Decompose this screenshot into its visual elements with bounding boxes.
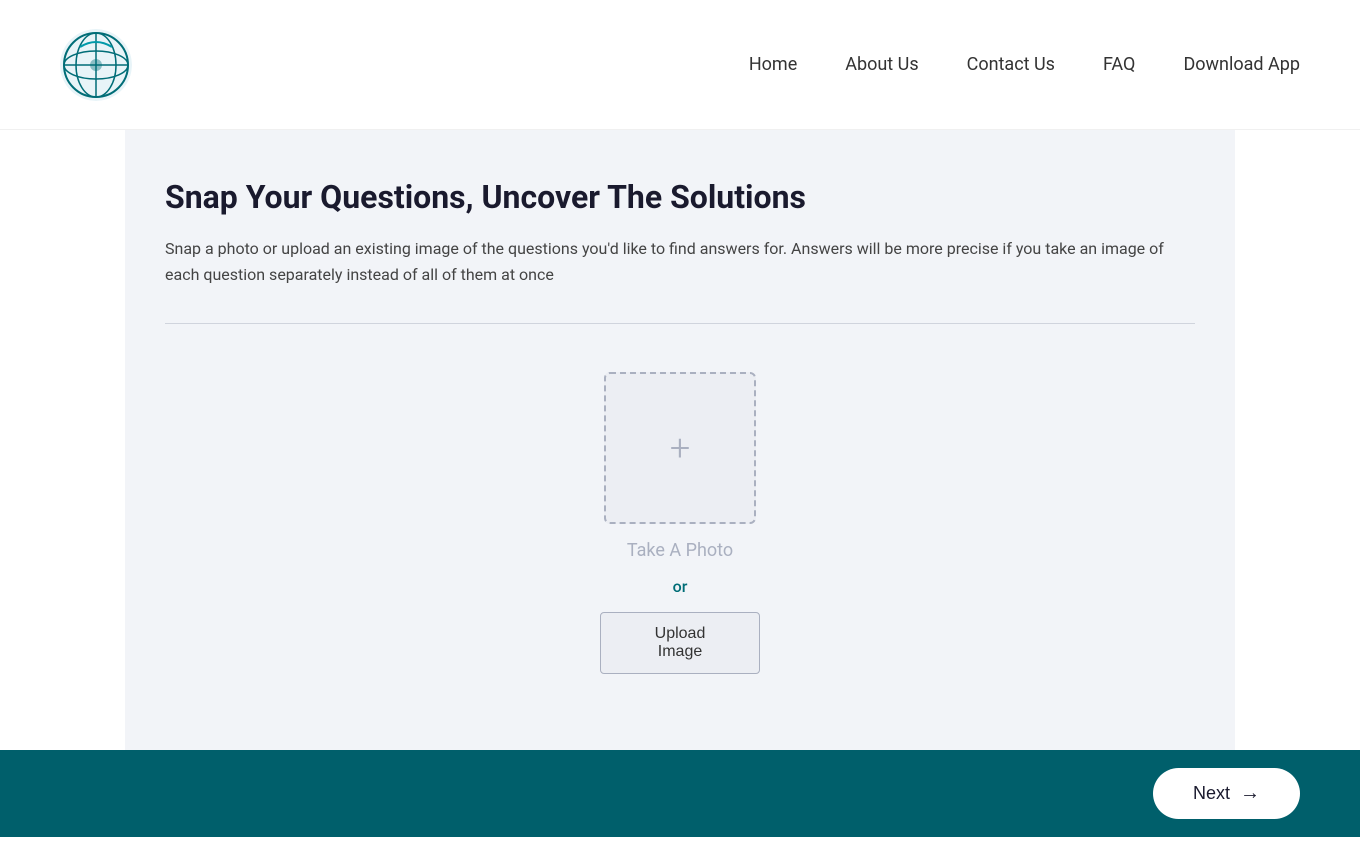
nav-about-us[interactable]: About Us (845, 54, 918, 75)
logo (60, 29, 132, 101)
take-photo-label: Take A Photo (627, 540, 733, 561)
main-content: Snap Your Questions, Uncover The Solutio… (125, 130, 1235, 750)
logo-container (60, 29, 132, 101)
arrow-right-icon: → (1240, 782, 1260, 805)
upload-section: + Take A Photo or Upload Image (165, 372, 1195, 674)
footer-bar: Next → (0, 750, 1360, 837)
nav: Home About Us Contact Us FAQ Download Ap… (749, 54, 1300, 75)
nav-download-app[interactable]: Download App (1183, 54, 1300, 75)
nav-faq[interactable]: FAQ (1103, 54, 1135, 75)
photo-box[interactable]: + (604, 372, 756, 524)
next-button-label: Next (1193, 783, 1230, 804)
nav-contact-us[interactable]: Contact Us (967, 54, 1055, 75)
next-button[interactable]: Next → (1153, 768, 1300, 819)
page-description: Snap a photo or upload an existing image… (165, 236, 1195, 287)
plus-icon: + (670, 430, 690, 466)
divider (165, 323, 1195, 324)
page-title: Snap Your Questions, Uncover The Solutio… (165, 178, 1195, 216)
header: Home About Us Contact Us FAQ Download Ap… (0, 0, 1360, 130)
upload-image-button[interactable]: Upload Image (600, 612, 760, 674)
or-text: or (673, 577, 688, 596)
nav-home[interactable]: Home (749, 54, 797, 75)
